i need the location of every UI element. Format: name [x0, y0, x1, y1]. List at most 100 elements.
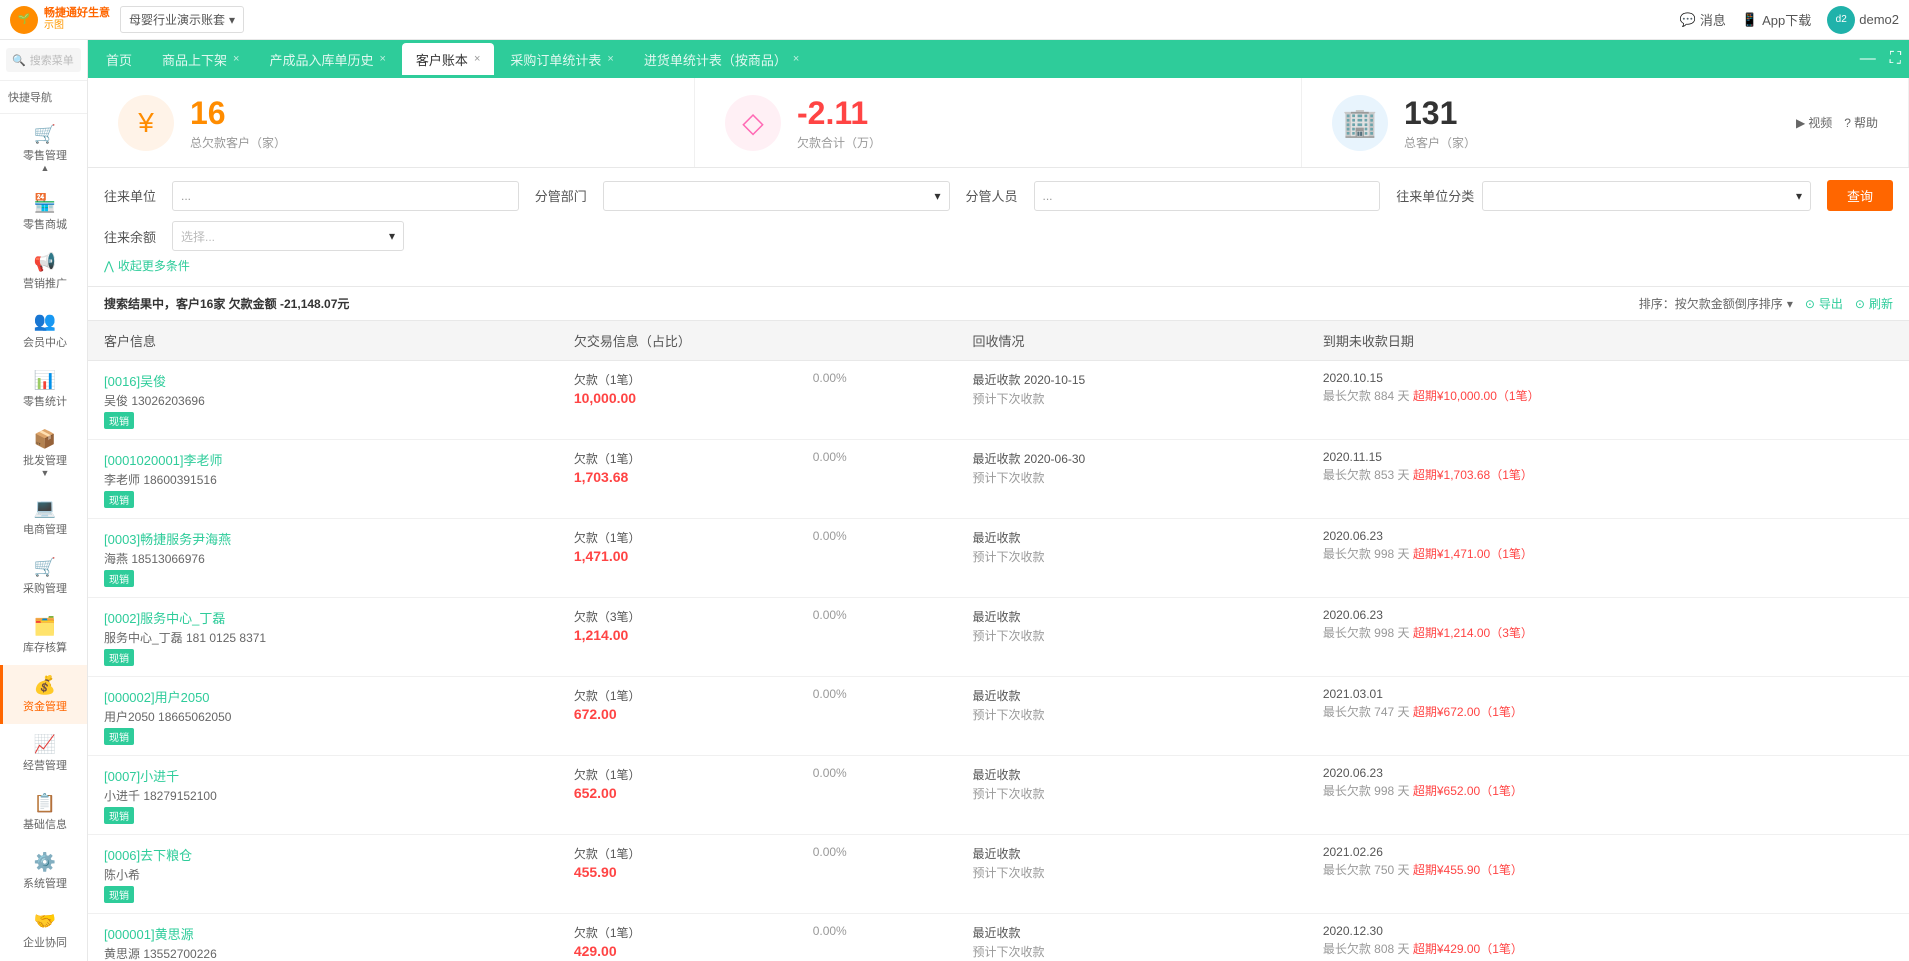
tab-product-listing-close[interactable]: ×	[233, 53, 239, 65]
sidebar-item-ecommerce[interactable]: 💻 电商管理	[0, 488, 87, 547]
debt-amount[interactable]: 10,000.00	[574, 390, 781, 406]
filter-person: 分管人员 ...	[966, 181, 1381, 211]
next-collection: 预计下次收款	[973, 469, 1291, 486]
sort-label: 排序：按欠款金额倒序排序	[1639, 295, 1783, 312]
search-button[interactable]: 查询	[1827, 180, 1893, 211]
refresh-button[interactable]: ⊙ 刷新	[1855, 295, 1893, 312]
customer-name-link[interactable]: [0003]畅捷服务尹海燕	[104, 529, 542, 548]
filter-department-label: 分管部门	[535, 186, 595, 205]
sidebar-item-inventory[interactable]: 🗂️ 库存核算	[0, 606, 87, 665]
overdue-amount-link[interactable]: 超期¥1,471.00（1笔）	[1413, 547, 1533, 561]
overdue-amount-link[interactable]: 超期¥672.00（1笔）	[1413, 705, 1523, 719]
video-icon: ▶	[1796, 116, 1805, 130]
debt-amount[interactable]: 1,471.00	[574, 548, 781, 564]
overdue-amount-link[interactable]: 超期¥1,703.68（1笔）	[1413, 468, 1533, 482]
debt-total-info: -2.11 欠款合计（万）	[797, 95, 881, 151]
sidebar-item-member[interactable]: 👥 会员中心	[0, 301, 87, 360]
video-help-button[interactable]: ▶ 视频	[1796, 114, 1832, 131]
user-menu[interactable]: d2 demo2	[1827, 6, 1899, 34]
debt-amount[interactable]: 455.90	[574, 864, 781, 880]
customer-name-link[interactable]: [0006]去下粮仓	[104, 845, 542, 864]
overdue-amount-link[interactable]: 超期¥10,000.00（1笔）	[1413, 389, 1540, 403]
sort-select[interactable]: 排序：按欠款金额倒序排序 ▾	[1639, 295, 1793, 312]
app-download-button[interactable]: 📱 App下载	[1742, 10, 1811, 29]
tab-home[interactable]: 首页	[92, 43, 146, 75]
customer-name-link[interactable]: [000002]用户2050	[104, 687, 542, 706]
tab-purchase-order-stats[interactable]: 采购订单统计表 ×	[496, 43, 627, 75]
quick-nav-item[interactable]: 快捷导航	[0, 81, 87, 114]
debt-total-icon: ◇	[725, 95, 781, 151]
sidebar-item-system[interactable]: ⚙️ 系统管理	[0, 842, 87, 901]
filter-department-select[interactable]: ▾	[603, 181, 950, 211]
search-menu-input[interactable]: 🔍 搜索菜单	[6, 48, 81, 72]
tab-customer-ledger-close[interactable]: ×	[474, 53, 480, 65]
filter-department: 分管部门 ▾	[535, 181, 950, 211]
debt-amount[interactable]: 652.00	[574, 785, 781, 801]
debtors-info: 16 总欠款客户（家）	[190, 95, 286, 151]
tab-purchase-stats-by-product[interactable]: 进货单统计表（按商品） ×	[630, 43, 813, 75]
overdue-amount-link[interactable]: 超期¥1,214.00（3笔）	[1413, 626, 1533, 640]
payment-type-badge: 现销	[104, 570, 134, 587]
filter-category-label: 往来单位分类	[1396, 186, 1474, 205]
sidebar-item-finance[interactable]: 💰 资金管理	[0, 665, 87, 724]
collapse-filters-button[interactable]: ⋀ 收起更多条件	[104, 257, 1893, 274]
sidebar-item-basic-info[interactable]: 📋 基础信息	[0, 783, 87, 842]
nav-link[interactable]: 示图	[44, 20, 110, 32]
sort-arrow-icon: ▾	[1787, 297, 1793, 311]
col-header-customer: 客户信息	[88, 321, 558, 361]
filter-counterparty-input[interactable]: ...	[172, 181, 519, 211]
collection-cell: 最近收款 预计下次收款	[957, 835, 1307, 914]
sidebar-item-retail-stats[interactable]: 📊 零售统计	[0, 360, 87, 419]
help-button[interactable]: ? 帮助	[1844, 114, 1878, 131]
minimize-button[interactable]: —	[1856, 50, 1880, 68]
debt-info-cell: 欠款（1笔） 1,703.68	[558, 440, 797, 519]
customer-name-link[interactable]: [0016]吴俊	[104, 371, 542, 390]
inventory-label: 库存核算	[23, 639, 67, 655]
customer-name-link[interactable]: [0001020001]李老师	[104, 450, 542, 469]
debt-amount[interactable]: 1,703.68	[574, 469, 781, 485]
sidebar-item-operations[interactable]: 📈 经营管理	[0, 724, 87, 783]
debt-amount[interactable]: 672.00	[574, 706, 781, 722]
sidebar-item-retail-mgmt[interactable]: 🛒 零售管理 ▲	[0, 114, 87, 183]
overdue-amount-link[interactable]: 超期¥652.00（1笔）	[1413, 784, 1523, 798]
store-selector[interactable]: 母婴行业演示账套 ▾	[120, 6, 244, 33]
debt-amount[interactable]: 429.00	[574, 943, 781, 959]
overdue-days: 最长欠款 808 天	[1323, 942, 1413, 956]
sidebar-item-marketing[interactable]: 📢 营销推广	[0, 242, 87, 301]
debt-info-cell: 欠款（1笔） 672.00	[558, 677, 797, 756]
customer-name-link[interactable]: [0007]小进千	[104, 766, 542, 785]
customer-name-link[interactable]: [0002]服务中心_丁磊	[104, 608, 542, 627]
sidebar-search-area: 🔍 搜索菜单	[0, 40, 87, 81]
last-collection-date: 最近收款	[973, 924, 1291, 941]
overdue-amount-link[interactable]: 超期¥455.90（1笔）	[1413, 863, 1523, 877]
tab-purchase-order-stats-close[interactable]: ×	[607, 53, 613, 65]
filter-balance-label: 往来余额	[104, 227, 164, 246]
arrow-icon: ▲	[41, 163, 50, 173]
tab-finished-goods[interactable]: 产成品入库单历史 ×	[255, 43, 399, 75]
sidebar-item-collaboration[interactable]: 🤝 企业协同	[0, 901, 87, 960]
basic-info-icon: 📋	[34, 793, 56, 814]
tab-finished-goods-close[interactable]: ×	[379, 53, 385, 65]
total-customers-label: 总客户（家）	[1404, 134, 1476, 151]
tab-purchase-stats-by-product-close[interactable]: ×	[793, 53, 799, 65]
customer-name-link[interactable]: [000001]黄思源	[104, 924, 542, 943]
filter-person-input[interactable]: ...	[1034, 181, 1381, 211]
filter-balance-select[interactable]: 选择... ▾	[172, 221, 404, 251]
sidebar-item-retail-mall[interactable]: 🏪 零售商城	[0, 183, 87, 242]
basic-info-label: 基础信息	[23, 816, 67, 832]
col-header-debt-info: 欠交易信息（占比）	[558, 321, 957, 361]
export-button[interactable]: ⊙ 导出	[1805, 295, 1843, 312]
sidebar-item-wholesale[interactable]: 📦 批发管理 ▼	[0, 419, 87, 488]
sidebar-item-purchase[interactable]: 🛒 采购管理	[0, 547, 87, 606]
tab-product-listing[interactable]: 商品上下架 ×	[148, 43, 253, 75]
payment-type-badge: 现销	[104, 491, 134, 508]
message-button[interactable]: 💬 消息	[1680, 10, 1726, 29]
customer-info-cell: [000002]用户2050 用户2050 18665062050 现销	[88, 677, 558, 756]
tab-customer-ledger[interactable]: 客户账本 ×	[402, 43, 494, 75]
filter-category-select[interactable]: ▾	[1482, 181, 1811, 211]
debt-amount[interactable]: 1,214.00	[574, 627, 781, 643]
stat-card-debtors: ¥ 16 总欠款客户（家）	[88, 78, 695, 167]
overdue-amount-link[interactable]: 超期¥429.00（1笔）	[1413, 942, 1523, 956]
table-body: [0016]吴俊 吴俊 13026203696 现销 欠款（1笔） 10,000…	[88, 361, 1909, 961]
maximize-button[interactable]: ⛶	[1886, 50, 1905, 68]
